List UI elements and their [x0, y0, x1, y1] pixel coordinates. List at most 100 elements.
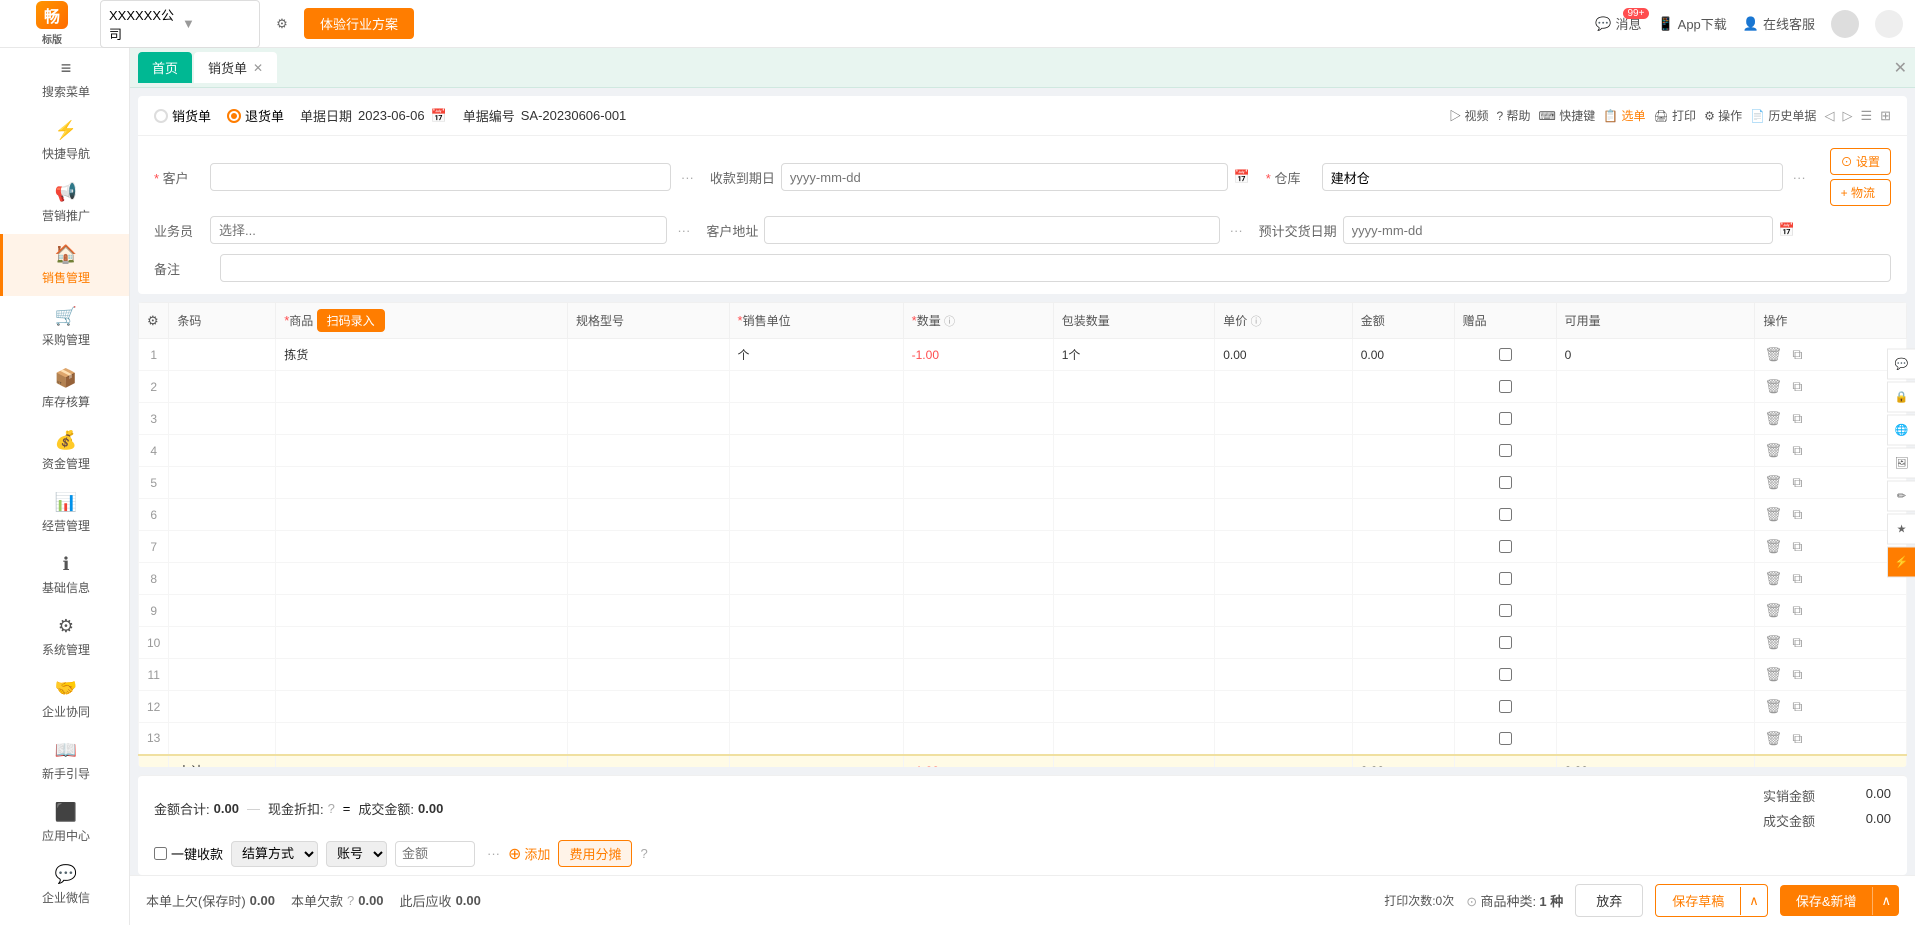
app-download-button[interactable]: 📱 App下载: [1657, 14, 1726, 33]
action-btn[interactable]: ⚙ 操作: [1704, 107, 1742, 124]
discount-help-icon[interactable]: ?: [328, 801, 335, 816]
delete-row-1-icon[interactable]: 🗑: [1763, 345, 1783, 365]
cell-barcode-1[interactable]: [169, 339, 276, 371]
discard-button[interactable]: 放弃: [1575, 884, 1643, 917]
cell-price-1[interactable]: 0.00: [1215, 339, 1353, 371]
sidebar-item-quick-nav[interactable]: ⚡ 快捷导航: [0, 110, 129, 172]
settings-gear-icon[interactable]: ⚙: [268, 10, 296, 38]
copy-row-13-icon[interactable]: ⧉: [1787, 728, 1807, 748]
cell-unit-1[interactable]: 个: [729, 339, 903, 371]
sidebar-item-apps[interactable]: ⬛ 应用中心: [0, 792, 129, 854]
gift-checkbox-1[interactable]: [1499, 348, 1512, 361]
cell-gift-1[interactable]: [1454, 339, 1556, 371]
select-btn[interactable]: 📋 选单: [1603, 107, 1645, 124]
save-draft-arrow-icon[interactable]: ∧: [1740, 887, 1767, 915]
company-selector[interactable]: XXXXXX公司 ▼: [100, 0, 260, 48]
date-calendar-icon[interactable]: 📅: [431, 108, 447, 124]
gift-checkbox-2[interactable]: [1499, 380, 1512, 393]
delete-row-2-icon[interactable]: 🗑: [1763, 377, 1783, 397]
due-date-input[interactable]: [781, 163, 1228, 191]
prev-record-icon[interactable]: ◁: [1824, 108, 1834, 124]
copy-row-3-icon[interactable]: ⧉: [1787, 409, 1807, 429]
sidebar-item-wechat[interactable]: 💬 企业微信: [0, 854, 129, 916]
sidebar-item-collab[interactable]: 🤝 企业协同: [0, 668, 129, 730]
gift-checkbox-4[interactable]: [1499, 444, 1512, 457]
fee-help-icon[interactable]: ?: [640, 846, 647, 861]
user-avatar[interactable]: [1831, 10, 1859, 38]
copy-row-11-icon[interactable]: ⧉: [1787, 665, 1807, 685]
next-record-icon[interactable]: ▷: [1842, 108, 1852, 124]
video-btn[interactable]: ▷ 视频: [1449, 107, 1488, 124]
logistics-btn[interactable]: + 物流: [1830, 179, 1891, 206]
save-new-arrow-icon[interactable]: ∧: [1872, 887, 1899, 915]
customer-input[interactable]: [210, 163, 671, 191]
float-edit-btn[interactable]: ✏: [1887, 480, 1915, 511]
copy-row-12-icon[interactable]: ⧉: [1787, 697, 1807, 717]
float-action-btn[interactable]: ⚡: [1887, 546, 1915, 577]
col-settings-icon[interactable]: ⚙: [147, 313, 159, 328]
print-btn[interactable]: 🖨 打印: [1653, 107, 1696, 124]
message-button[interactable]: 💬 消息 99+: [1595, 14, 1641, 33]
gift-checkbox-7[interactable]: [1499, 540, 1512, 553]
user-avatar2[interactable]: [1875, 10, 1903, 38]
customer-addr-input[interactable]: [764, 216, 1219, 244]
save-draft-button[interactable]: 保存草稿 ∧: [1655, 884, 1768, 917]
salesperson-input[interactable]: [210, 216, 667, 244]
one-click-checkbox[interactable]: [154, 847, 167, 860]
warehouse-input[interactable]: [1322, 163, 1783, 191]
due-date-calendar-icon[interactable]: 📅: [1234, 169, 1250, 185]
warehouse-more-icon[interactable]: ···: [1793, 170, 1806, 185]
add-payment-button[interactable]: ⊕ 添加: [508, 844, 550, 864]
copy-row-5-icon[interactable]: ⧉: [1787, 473, 1807, 493]
delete-row-8-icon[interactable]: 🗑: [1763, 569, 1783, 589]
exp-industry-button[interactable]: 体验行业方案: [304, 8, 414, 39]
online-service-button[interactable]: 👤 在线客服: [1743, 14, 1815, 33]
float-globe-btn[interactable]: 🌐: [1887, 414, 1915, 445]
expected-date-input[interactable]: [1343, 216, 1773, 244]
account-select[interactable]: 账号: [326, 841, 387, 867]
scan-button[interactable]: 扫码录入: [317, 309, 385, 332]
float-photo-btn[interactable]: 🖼: [1887, 447, 1915, 478]
help-btn[interactable]: ? 帮助: [1497, 107, 1531, 124]
copy-row-1-icon[interactable]: ⧉: [1787, 345, 1807, 365]
one-click-payment[interactable]: 一键收款: [154, 844, 223, 863]
delete-row-5-icon[interactable]: 🗑: [1763, 473, 1783, 493]
delete-row-3-icon[interactable]: 🗑: [1763, 409, 1783, 429]
delete-row-7-icon[interactable]: 🗑: [1763, 537, 1783, 557]
gift-checkbox-10[interactable]: [1499, 636, 1512, 649]
cell-amount-1[interactable]: 0.00: [1352, 339, 1454, 371]
sidebar-item-ops[interactable]: 📊 经营管理: [0, 482, 129, 544]
salesperson-more-icon[interactable]: ···: [677, 223, 690, 238]
delete-row-4-icon[interactable]: 🗑: [1763, 441, 1783, 461]
float-star-btn[interactable]: ★: [1887, 513, 1915, 544]
tab-sales-order[interactable]: 销货单 ✕: [194, 52, 277, 83]
tab-home[interactable]: 首页: [138, 52, 192, 83]
shortcut-btn[interactable]: ⌨ 快捷键: [1539, 107, 1596, 124]
sidebar-item-guide[interactable]: 📖 新手引导: [0, 730, 129, 792]
delete-row-12-icon[interactable]: 🗑: [1763, 697, 1783, 717]
delete-row-9-icon[interactable]: 🗑: [1763, 601, 1783, 621]
sidebar-item-basic[interactable]: ℹ 基础信息: [0, 544, 129, 606]
gift-checkbox-8[interactable]: [1499, 572, 1512, 585]
copy-row-9-icon[interactable]: ⧉: [1787, 601, 1807, 621]
expected-date-calendar-icon[interactable]: 📅: [1779, 222, 1795, 238]
delete-row-6-icon[interactable]: 🗑: [1763, 505, 1783, 525]
customer-addr-more-icon[interactable]: ···: [1230, 223, 1243, 238]
gift-checkbox-9[interactable]: [1499, 604, 1512, 617]
amount-input[interactable]: [395, 841, 475, 867]
save-new-button[interactable]: 保存&新增 ∧: [1780, 885, 1899, 916]
sidebar-item-search-order[interactable]: ≡ 搜索菜单: [0, 48, 129, 110]
sidebar-item-member[interactable]: V 畅会员: [0, 916, 129, 925]
copy-row-7-icon[interactable]: ⧉: [1787, 537, 1807, 557]
debt-help-icon[interactable]: ?: [347, 893, 354, 908]
close-window-icon[interactable]: ✕: [1894, 58, 1907, 78]
cell-pkgqty-1[interactable]: 1个: [1053, 339, 1215, 371]
account-more-icon[interactable]: ···: [487, 846, 500, 861]
view-list-icon[interactable]: ☰: [1860, 108, 1872, 124]
copy-row-6-icon[interactable]: ⧉: [1787, 505, 1807, 525]
settings-btn[interactable]: ⊙ 设置: [1830, 148, 1891, 175]
sidebar-item-finance[interactable]: 💰 资金管理: [0, 420, 129, 482]
view-grid-icon[interactable]: ⊞: [1880, 108, 1891, 124]
sidebar-item-sales[interactable]: 🏠 销售管理: [0, 234, 129, 296]
radio-return[interactable]: 退货单: [227, 106, 284, 125]
